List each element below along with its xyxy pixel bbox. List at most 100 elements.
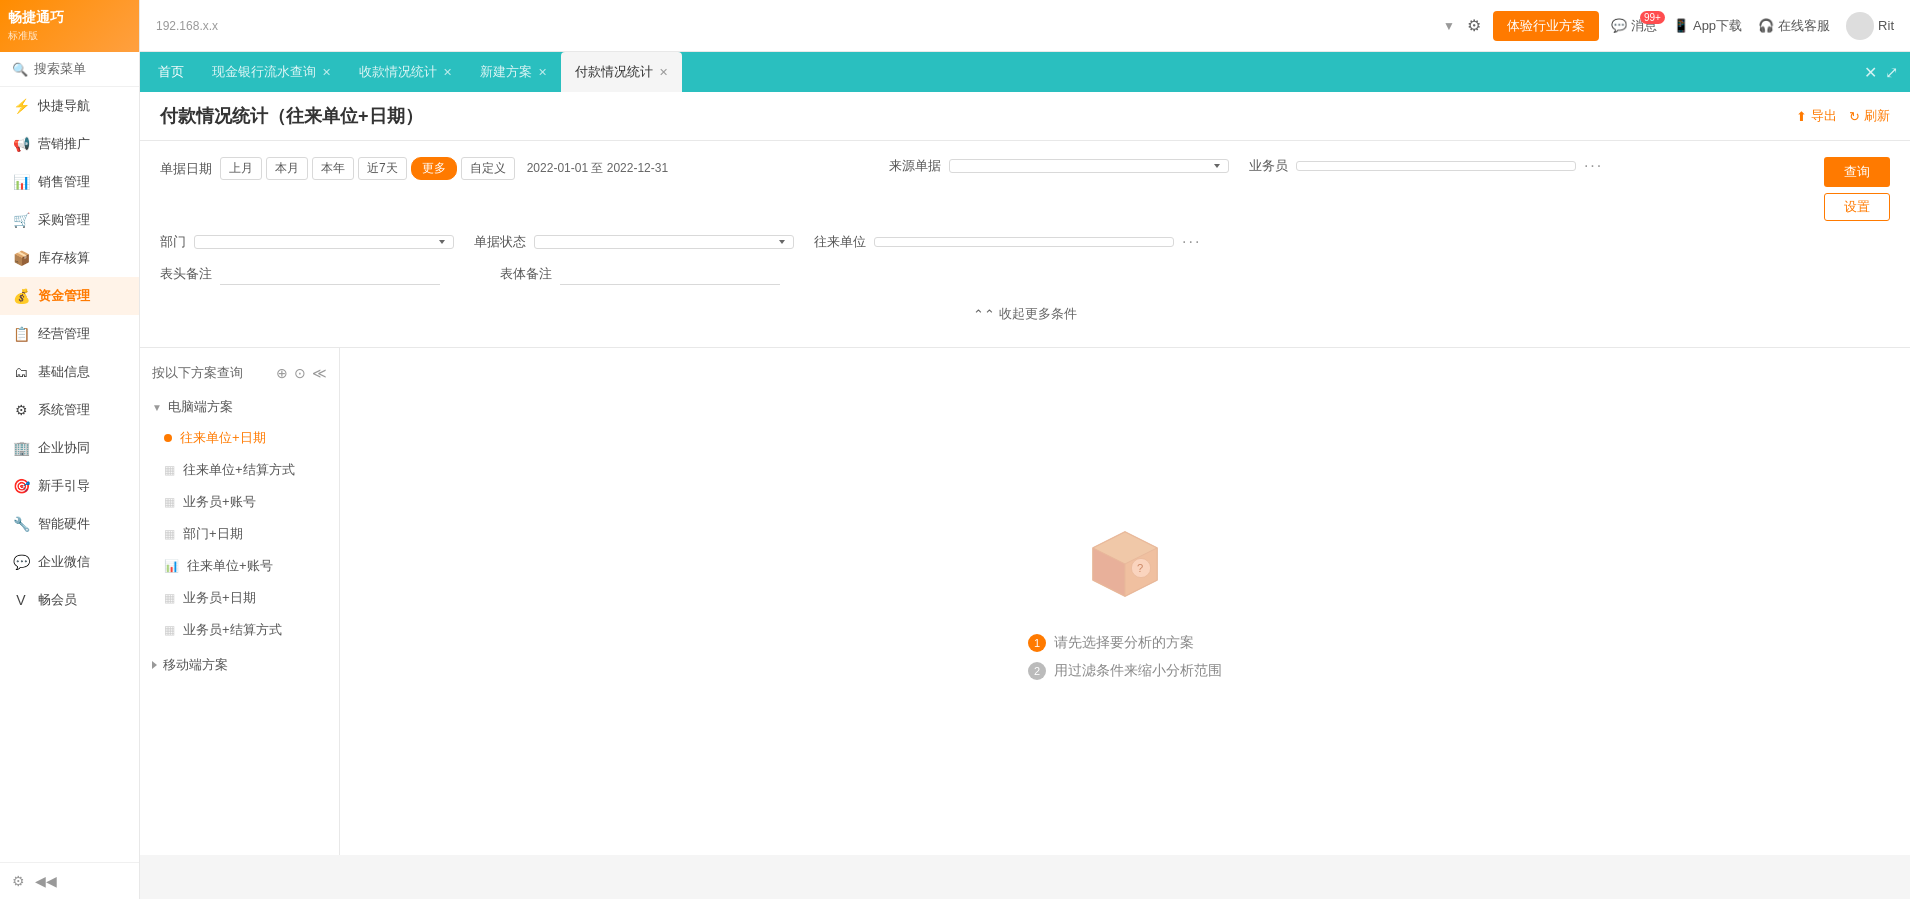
date-btn-last-month[interactable]: 上月 [220, 157, 262, 180]
sidebar-item-marketing[interactable]: 📢 营销推广 [0, 125, 139, 163]
scheme-item-partner-date[interactable]: 往来单位+日期 [140, 422, 339, 454]
partner-select[interactable] [874, 237, 1174, 247]
mobile-group-title[interactable]: 移动端方案 [140, 650, 339, 680]
body-remark-input[interactable] [560, 263, 780, 285]
source-voucher-select[interactable] [949, 159, 1229, 173]
date-btn-this-year[interactable]: 本年 [312, 157, 354, 180]
sidebar-operation-label: 经营管理 [38, 325, 90, 343]
app-download-button[interactable]: 📱 App下载 [1673, 17, 1742, 35]
user-name: Rit [1878, 18, 1894, 33]
sidebar-item-basic[interactable]: 🗂 基础信息 [0, 353, 139, 391]
sidebar-item-quick-nav[interactable]: ⚡ 快捷导航 [0, 87, 139, 125]
sidebar-header: 畅捷通巧 标准版 [0, 0, 139, 52]
sidebar-purchase-icon: 🛒 [12, 211, 30, 229]
sidebar-item-operation[interactable]: 📋 经营管理 [0, 315, 139, 353]
scheme-item-partner-settle[interactable]: ▦ 往来单位+结算方式 [140, 454, 339, 486]
partner-more-icon[interactable]: ··· [1182, 233, 1201, 251]
logo: 畅捷通巧 标准版 [8, 9, 64, 43]
desktop-group-title[interactable]: ▼ 电脑端方案 [140, 392, 339, 422]
tab-payment-stats-close-icon[interactable]: ✕ [659, 66, 668, 79]
content-area: 付款情况统计（往来单位+日期） ⬆ 导出 ↻ 刷新 单据日期 上月 [140, 92, 1910, 899]
scheme-item-dept-date[interactable]: ▦ 部门+日期 [140, 518, 339, 550]
tab-home[interactable]: 首页 [144, 52, 198, 92]
address-display: 192.168.x.x [156, 19, 1431, 33]
scheme-settings-icon[interactable]: ⊙ [294, 365, 306, 381]
sidebar-sales-icon: 📊 [12, 173, 30, 191]
dept-filter: 部门 [160, 233, 454, 251]
date-range-display: 2022-01-01 至 2022-12-31 [527, 160, 668, 177]
sidebar-item-inventory[interactable]: 📦 库存核算 [0, 239, 139, 277]
collapse-up-icon: ⌃⌃ [973, 307, 995, 322]
sidebar-footer: ⚙ ◀◀ [0, 862, 139, 899]
dept-select[interactable] [194, 235, 454, 249]
tab-new-scheme[interactable]: 新建方案 ✕ [466, 52, 561, 92]
scheme-item-partner-account[interactable]: 📊 往来单位+账号 [140, 550, 339, 582]
sidebar-item-hardware[interactable]: 🔧 智能硬件 [0, 505, 139, 543]
date-btn-more[interactable]: 更多 [411, 157, 457, 180]
refresh-button[interactable]: ↻ 刷新 [1849, 107, 1890, 125]
refresh-label: 刷新 [1864, 107, 1890, 125]
date-btn-this-month[interactable]: 本月 [266, 157, 308, 180]
export-button[interactable]: ⬆ 导出 [1796, 107, 1837, 125]
collapse-bar[interactable]: ⌃⌃ 收起更多条件 [160, 297, 1890, 331]
date-buttons: 上月 本月 本年 近7天 更多 自定义 [220, 157, 515, 180]
body-remark-filter: 表体备注 [500, 263, 780, 285]
sidebar-inventory-label: 库存核算 [38, 249, 90, 267]
sidebar-item-enterprise[interactable]: 🏢 企业协同 [0, 429, 139, 467]
scheme-item-staff-date[interactable]: ▦ 业务员+日期 [140, 582, 339, 614]
user-avatar[interactable]: Rit [1846, 12, 1894, 40]
collapse-panel-icon[interactable]: ≪ [312, 365, 327, 381]
header-remark-input[interactable] [220, 263, 440, 285]
app-icon: 📱 [1673, 18, 1689, 33]
scheme-dept-date-label: 部门+日期 [183, 525, 243, 543]
close-all-tabs-icon[interactable]: ✕ [1864, 63, 1877, 82]
filter-settings-button[interactable]: 设置 [1824, 193, 1890, 221]
scheme-item-staff-settle[interactable]: ▦ 业务员+结算方式 [140, 614, 339, 646]
sidebar-finance-icon: 💰 [12, 287, 30, 305]
sidebar-item-finance[interactable]: 💰 资金管理 [0, 277, 139, 315]
sidebar-item-wechat[interactable]: 💬 企业微信 [0, 543, 139, 581]
staff-more-icon[interactable]: ··· [1584, 157, 1603, 175]
settings-footer-icon[interactable]: ⚙ [12, 873, 25, 889]
table-scheme-icon-1: ▦ [164, 463, 175, 477]
tab-receipt-stats-close-icon[interactable]: ✕ [443, 66, 452, 79]
tab-payment-stats-label: 付款情况统计 [575, 63, 653, 81]
sidebar-item-sales[interactable]: 📊 销售管理 [0, 163, 139, 201]
topbar-settings-icon[interactable]: ⚙ [1467, 16, 1481, 35]
tab-payment-stats[interactable]: 付款情况统计 ✕ [561, 52, 682, 92]
tab-new-scheme-close-icon[interactable]: ✕ [538, 66, 547, 79]
maximize-icon[interactable]: ⤢ [1885, 63, 1898, 82]
voucher-status-select[interactable] [534, 235, 794, 249]
sidebar-item-member[interactable]: V 畅会员 [0, 581, 139, 619]
add-scheme-icon[interactable]: ⊕ [276, 365, 288, 381]
date-btn-last-7[interactable]: 近7天 [358, 157, 407, 180]
table-scheme-icon-5: ▦ [164, 623, 175, 637]
online-service-button[interactable]: 🎧 在线客服 [1758, 17, 1830, 35]
scheme-partner-account-label: 往来单位+账号 [187, 557, 273, 575]
sidebar-marketing-label: 营销推广 [38, 135, 90, 153]
partner-label: 往来单位 [814, 233, 866, 251]
sidebar-item-system[interactable]: ⚙ 系统管理 [0, 391, 139, 429]
tab-receipt-stats[interactable]: 收款情况统计 ✕ [345, 52, 466, 92]
export-label: 导出 [1811, 107, 1837, 125]
staff-select[interactable] [1296, 161, 1576, 171]
header-remark-filter: 表头备注 [160, 263, 440, 285]
tab-bank-flow-close-icon[interactable]: ✕ [322, 66, 331, 79]
query-button[interactable]: 查询 [1824, 157, 1890, 187]
collapse-sidebar-icon[interactable]: ◀◀ [35, 873, 57, 889]
trial-button[interactable]: 体验行业方案 [1493, 11, 1599, 41]
voucher-date-filter: 单据日期 上月 本月 本年 近7天 更多 自定义 2022-01-01 至 20… [160, 157, 668, 180]
search-menu[interactable]: 🔍 搜索菜单 [0, 52, 139, 87]
sidebar-finance-label: 资金管理 [38, 287, 90, 305]
scheme-item-staff-account[interactable]: ▦ 业务员+账号 [140, 486, 339, 518]
date-btn-custom[interactable]: 自定义 [461, 157, 515, 180]
tab-bank-flow[interactable]: 现金银行流水查询 ✕ [198, 52, 345, 92]
topbar-right: 💬 消息 99+ 📱 App下载 🎧 在线客服 Rit [1611, 12, 1894, 40]
filter-action-buttons: 查询 设置 [1824, 157, 1890, 221]
sidebar-item-guide[interactable]: 🎯 新手引导 [0, 467, 139, 505]
mobile-group-arrow-icon [152, 661, 157, 669]
notification-button[interactable]: 💬 消息 99+ [1611, 17, 1657, 35]
partner-filter: 往来单位 ··· [814, 233, 1201, 251]
sidebar-item-purchase[interactable]: 🛒 采购管理 [0, 201, 139, 239]
app-download-label: App下载 [1693, 17, 1742, 35]
